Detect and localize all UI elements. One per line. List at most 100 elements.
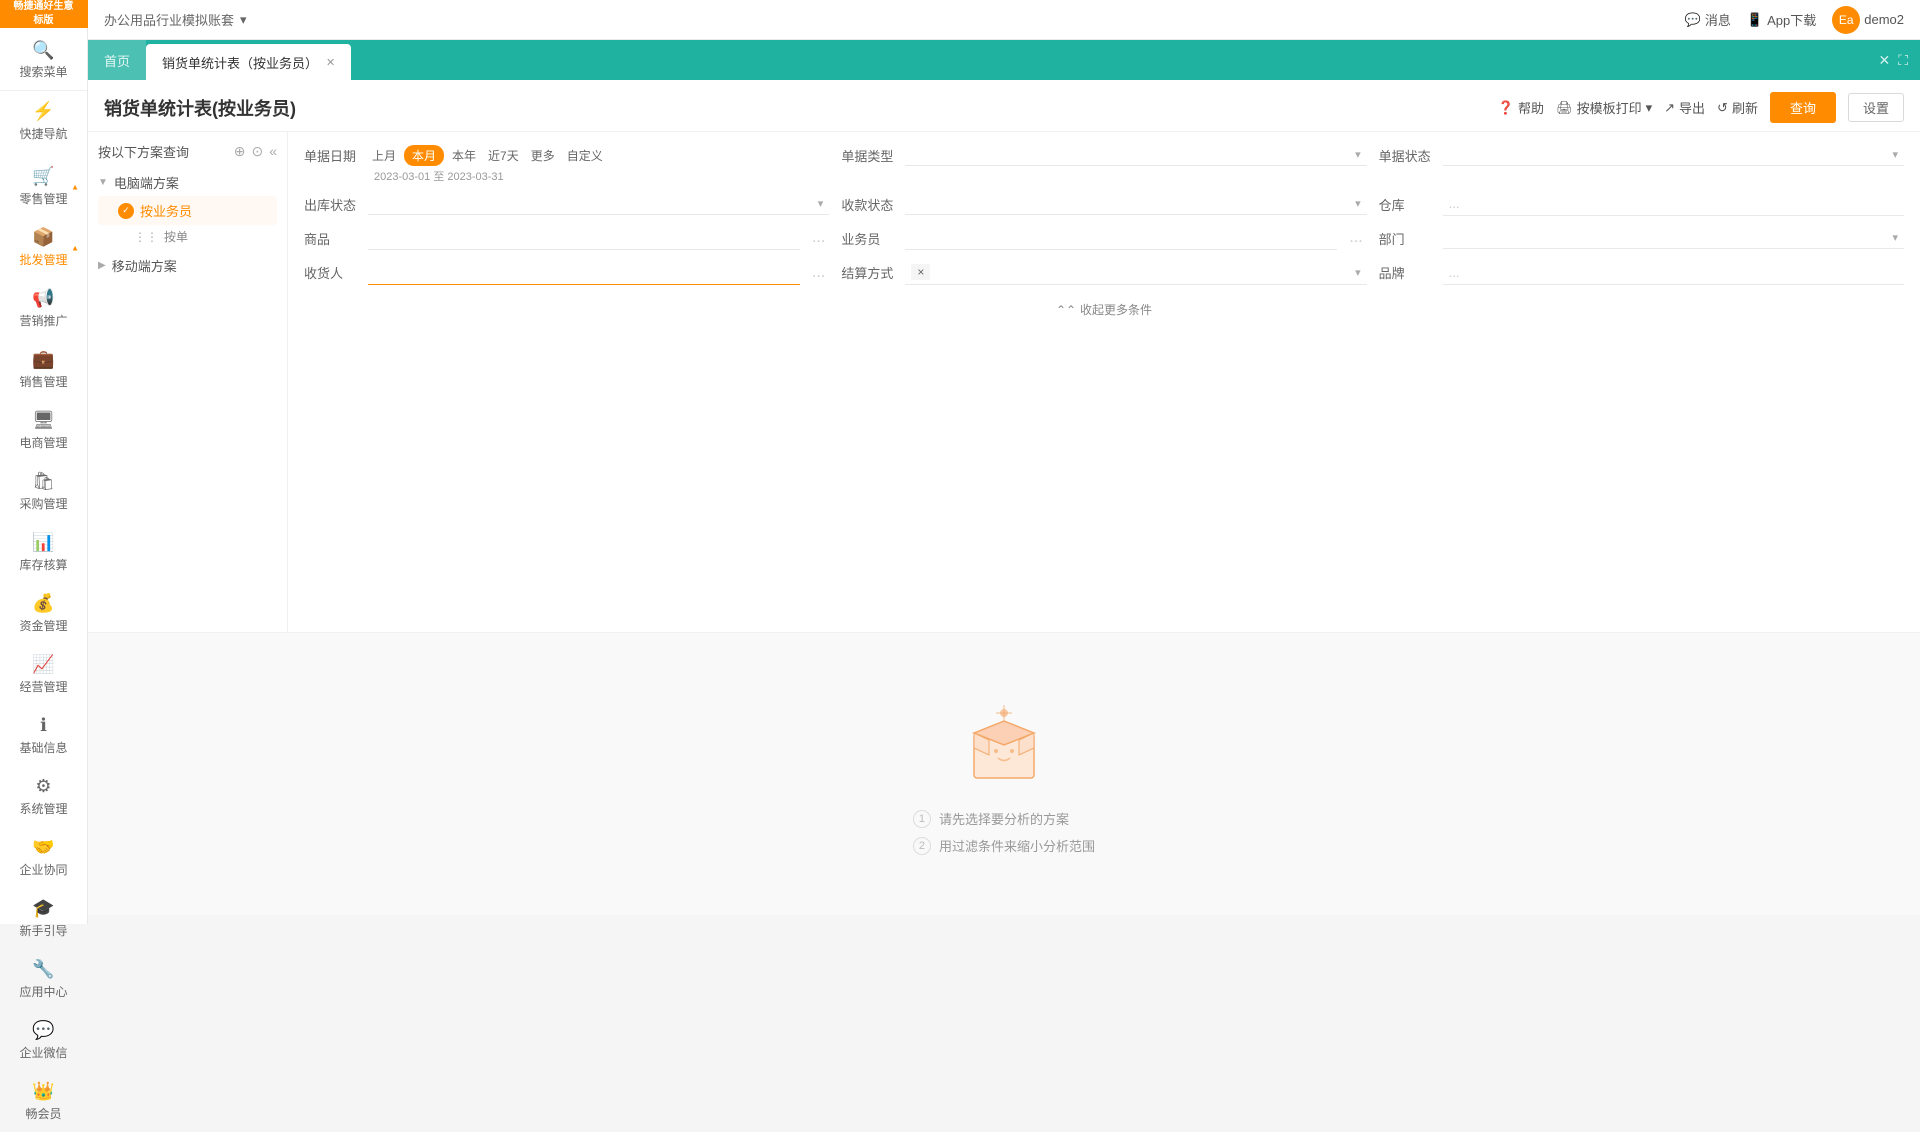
sidebar-item-sales[interactable]: 💼 销售管理 xyxy=(0,339,87,400)
date-tab-this-month[interactable]: 本月 xyxy=(404,145,444,166)
sidebar-item-member[interactable]: 👑 畅会员 xyxy=(0,1071,87,1132)
filter-brand-select[interactable]: ... xyxy=(1443,261,1904,285)
tab-close-button[interactable]: ✕ xyxy=(326,56,335,69)
user-profile[interactable]: Ea demo2 xyxy=(1832,6,1904,34)
filter-salesperson-dots[interactable]: ... xyxy=(1345,229,1366,247)
filter-brand-field: 品牌 ... xyxy=(1379,260,1904,285)
tab-close-all-icon[interactable]: ✕ xyxy=(1878,52,1890,69)
filter-doc-status-select[interactable]: ▾ xyxy=(1443,144,1904,166)
filter-date-field: 单据日期 上月 本月 本年 近7天 更多 自定义 xyxy=(304,144,829,166)
sidebar-item-ecommerce[interactable]: 🖥 电商管理 xyxy=(0,400,87,461)
app-logo: 畅捷通好生意 标版 xyxy=(0,0,88,28)
sidebar-item-quick-nav[interactable]: ⚡ 快捷导航 xyxy=(0,91,87,152)
avatar: Ea xyxy=(1832,6,1860,34)
filter-out-status-label: 出库状态 xyxy=(304,195,360,214)
export-icon: ↗ xyxy=(1664,100,1675,116)
sidebar-item-retail-label: 零售管理 xyxy=(19,190,67,207)
filter-consignee-dots[interactable]: ... xyxy=(808,264,829,282)
filter-out-status-select[interactable]: ▾ xyxy=(368,193,829,215)
filter-consignee-input[interactable] xyxy=(368,261,800,285)
filter-brand-label: 品牌 xyxy=(1379,263,1435,282)
sidebar-item-basic[interactable]: ℹ 基础信息 xyxy=(0,705,87,766)
sidebar-item-wholesale[interactable]: 📦 批发管理 xyxy=(0,217,87,278)
filter-goods-dots[interactable]: ... xyxy=(808,229,829,247)
scheme-add-icon[interactable]: ⊕ xyxy=(234,143,246,160)
app-download-button[interactable]: 📱 App下载 xyxy=(1747,10,1816,29)
scheme-item-by-order[interactable]: ⋮⋮ 按单 xyxy=(98,225,277,248)
sidebar: 畅捷通好生意 标版 🔍 搜索菜单 ⚡ 快捷导航 🛒 零售管理 📦 批发管理 📢 … xyxy=(0,0,88,924)
scheme-settings-icon[interactable]: ⊙ xyxy=(251,143,263,160)
empty-step-1-text: 请先选择要分析的方案 xyxy=(939,809,1069,828)
tab-sales-stat-label: 销货单统计表（按业务员） xyxy=(162,53,318,72)
refresh-button[interactable]: ↺ 刷新 xyxy=(1717,98,1758,117)
sidebar-item-basic-label: 基础信息 xyxy=(19,739,67,756)
scheme-item-by-salesperson[interactable]: ✓ 按业务员 xyxy=(98,196,277,225)
query-button[interactable]: 查询 xyxy=(1770,92,1836,123)
sidebar-item-operations[interactable]: 📈 经营管理 xyxy=(0,644,87,705)
settlement-tag[interactable]: × xyxy=(911,264,930,280)
refresh-icon: ↺ xyxy=(1717,100,1728,116)
export-button[interactable]: ↗ 导出 xyxy=(1664,98,1705,117)
filter-goods-input[interactable] xyxy=(368,226,800,250)
tabbar: 首页 销货单统计表（按业务员） ✕ ✕ ⛶ xyxy=(88,40,1920,80)
filter-receipt-status-label: 收款状态 xyxy=(841,195,897,214)
filter-doc-type-chevron: ▾ xyxy=(1355,148,1361,161)
filter-doc-type-field: 单据类型 ▾ xyxy=(841,144,1366,166)
filter-dept-label: 部门 xyxy=(1379,229,1435,248)
filter-settlement-label: 结算方式 xyxy=(841,263,897,282)
sidebar-item-marketing[interactable]: 📢 营销推广 xyxy=(0,278,87,339)
sidebar-search-area[interactable]: 🔍 搜索菜单 xyxy=(0,28,87,91)
scheme-group-mobile-arrow: ▶ xyxy=(98,260,106,271)
collapse-arrow-icon: ⌃⌃ xyxy=(1056,303,1076,317)
breadcrumb: 办公用品行业模拟账套 ▾ xyxy=(104,10,1685,29)
scheme-group-mobile-label: 移动端方案 xyxy=(112,256,177,275)
sidebar-item-purchase-label: 采购管理 xyxy=(19,495,67,512)
sidebar-item-retail[interactable]: 🛒 零售管理 xyxy=(0,156,87,217)
filter-receipt-status-select[interactable]: ▾ xyxy=(905,193,1366,215)
step-num-1: 1 xyxy=(913,810,931,828)
collapse-bar: ⌃⌃ 收起更多条件 xyxy=(304,295,1904,328)
date-tab-last-month[interactable]: 上月 xyxy=(368,145,400,166)
export-label: 导出 xyxy=(1679,98,1705,117)
sidebar-item-apps-label: 应用中心 xyxy=(19,983,67,1000)
date-tab-this-year[interactable]: 本年 xyxy=(448,145,480,166)
filter-doc-status-chevron: ▾ xyxy=(1892,148,1898,161)
sidebar-item-apps[interactable]: 🔧 应用中心 xyxy=(0,949,87,1010)
breadcrumb-text: 办公用品行业模拟账套 xyxy=(104,10,234,29)
scheme-collapse-icon[interactable]: « xyxy=(269,143,277,160)
filter-date-label: 单据日期 xyxy=(304,146,360,165)
filter-salesperson-input[interactable] xyxy=(905,226,1337,250)
sidebar-item-finance[interactable]: 💰 资金管理 xyxy=(0,583,87,644)
scheme-group-pc-title[interactable]: ▼ 电脑端方案 xyxy=(98,169,277,196)
settings-button[interactable]: 设置 xyxy=(1848,93,1904,122)
step-num-2: 2 xyxy=(913,837,931,855)
scheme-actions: ⊕ ⊙ « xyxy=(234,143,277,160)
tab-home[interactable]: 首页 xyxy=(88,40,146,80)
help-button[interactable]: ❓ 帮助 xyxy=(1498,98,1544,117)
filter-warehouse-select[interactable]: ... xyxy=(1443,192,1904,216)
filter-settlement-select[interactable]: × ▾ xyxy=(905,260,1366,285)
sidebar-item-newbie[interactable]: 🎓 新手引导 xyxy=(0,888,87,949)
main-area: 办公用品行业模拟账套 ▾ 💬 消息 📱 App下载 Ea demo2 首页 销货… xyxy=(88,0,1920,924)
message-icon: 💬 xyxy=(1685,12,1701,28)
sidebar-item-inventory[interactable]: 📊 库存核算 xyxy=(0,522,87,583)
filter-settlement-field: 结算方式 × ▾ xyxy=(841,260,1366,285)
quick-nav-label: 快捷导航 xyxy=(19,125,67,142)
date-tab-last-7[interactable]: 近7天 xyxy=(484,145,523,166)
tab-expand-icon[interactable]: ⛶ xyxy=(1898,52,1908,69)
filter-dept-select[interactable]: ▾ xyxy=(1443,227,1904,249)
filter-date-input: 上月 本月 本年 近7天 更多 自定义 xyxy=(368,145,829,166)
collapse-button[interactable]: ⌃⌃ 收起更多条件 xyxy=(1056,301,1152,318)
sidebar-item-purchase[interactable]: 🛍 采购管理 xyxy=(0,461,87,522)
message-button[interactable]: 💬 消息 xyxy=(1685,10,1731,29)
filter-doc-type-select[interactable]: ▾ xyxy=(905,144,1366,166)
date-tab-custom[interactable]: 自定义 xyxy=(563,145,607,166)
sidebar-item-wechat[interactable]: 💬 企业微信 xyxy=(0,1010,87,1071)
scheme-header: 按以下方案查询 ⊕ ⊙ « xyxy=(98,142,277,161)
scheme-group-mobile-title[interactable]: ▶ 移动端方案 xyxy=(98,252,277,279)
date-tab-more[interactable]: 更多 xyxy=(527,145,559,166)
print-button[interactable]: 🖨 按模板打印 ▾ xyxy=(1556,98,1652,117)
sidebar-item-company[interactable]: 🤝 企业协同 xyxy=(0,827,87,888)
tab-sales-stat[interactable]: 销货单统计表（按业务员） ✕ xyxy=(146,44,351,80)
sidebar-item-system[interactable]: ⚙ 系统管理 xyxy=(0,766,87,827)
